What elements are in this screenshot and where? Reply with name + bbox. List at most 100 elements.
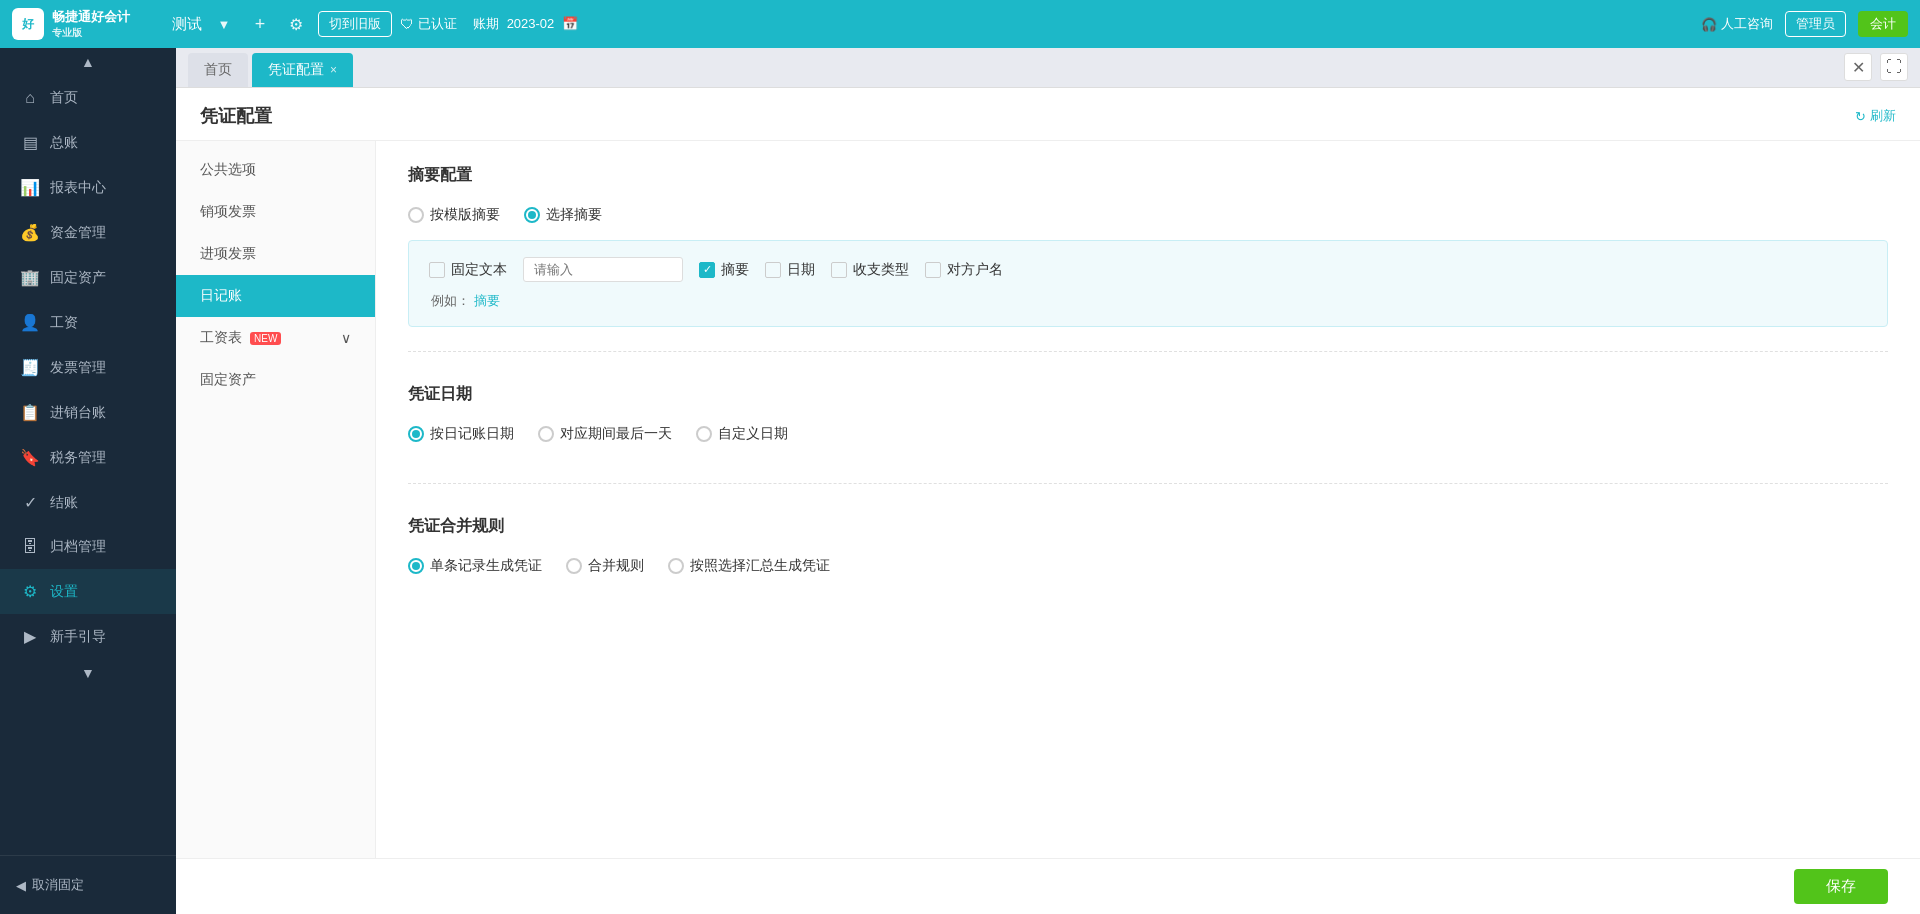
archive-icon: 🗄	[20, 538, 40, 556]
switch-version-button[interactable]: 切到旧版	[318, 11, 392, 37]
sidebar: ▲ ⌂ 首页 ▤ 总账 📊 报表中心 💰 资金管理 🏢 固定资产 👤 工资 🧾 …	[0, 48, 176, 914]
left-nav-purchase-invoice[interactable]: 进项发票	[176, 233, 375, 275]
tab-home[interactable]: 首页	[188, 53, 248, 87]
add-icon[interactable]: +	[246, 10, 274, 38]
tab-voucher-config[interactable]: 凭证配置 ×	[252, 53, 353, 87]
refresh-button[interactable]: ↻ 刷新	[1855, 107, 1896, 125]
sidebar-item-assets[interactable]: 🏢 固定资产	[0, 255, 176, 300]
left-nav-journal[interactable]: 日记账	[176, 275, 375, 317]
left-nav: 公共选项 销项发票 进项发票 日记账 工资表 NEW	[176, 141, 376, 858]
page-title: 凭证配置	[200, 104, 272, 128]
close-tab-button[interactable]: ✕	[1844, 53, 1872, 81]
service-button[interactable]: 🎧 人工咨询	[1701, 15, 1773, 33]
period-info: 账期 2023-02 📅	[473, 15, 578, 33]
radio-inner-select	[528, 211, 536, 219]
radio-circle-journal-date	[408, 426, 424, 442]
summary-title: 摘要配置	[408, 165, 1888, 186]
settings-icon[interactable]: ⚙	[282, 10, 310, 38]
example-text: 例如： 摘要	[429, 292, 1867, 310]
close-books-icon: ✓	[20, 493, 40, 512]
radio-inner-single	[412, 562, 420, 570]
cancel-fixed-button[interactable]: ◀ 取消固定	[0, 866, 176, 904]
reports-icon: 📊	[20, 178, 40, 197]
checkbox-box-fixed-text	[429, 262, 445, 278]
chevron-down-icon: ∨	[341, 330, 351, 346]
sidebar-item-ledger[interactable]: ▤ 总账	[0, 120, 176, 165]
sidebar-item-sales[interactable]: 📋 进销台账	[0, 390, 176, 435]
main-layout: ▲ ⌂ 首页 ▤ 总账 📊 报表中心 💰 资金管理 🏢 固定资产 👤 工资 🧾 …	[0, 48, 1920, 914]
left-nav-sales-invoice[interactable]: 销项发票	[176, 191, 375, 233]
checkbox-payment-type[interactable]: 收支类型	[831, 261, 909, 279]
radio-circle-merge	[566, 558, 582, 574]
company-dropdown-icon[interactable]: ▼	[210, 10, 238, 38]
summary-section: 摘要配置 按模版摘要 选择摘要	[408, 165, 1888, 352]
save-button[interactable]: 保存	[1794, 869, 1888, 904]
date-title: 凭证日期	[408, 384, 1888, 405]
certified-badge: 🛡 已认证	[400, 15, 457, 33]
radio-circle-single	[408, 558, 424, 574]
summary-options-row: 固定文本 ✓ 摘要	[429, 257, 1867, 282]
sidebar-scroll-down[interactable]: ▼	[0, 659, 176, 687]
radio-circle-template	[408, 207, 424, 223]
sidebar-item-archive[interactable]: 🗄 归档管理	[0, 525, 176, 569]
checkbox-abstract[interactable]: ✓ 摘要	[699, 261, 749, 279]
header-right: 🎧 人工咨询 管理员 会计	[1701, 11, 1908, 37]
sidebar-item-close[interactable]: ✓ 结账	[0, 480, 176, 525]
radio-inner-journal-date	[412, 430, 420, 438]
checkmark-abstract: ✓	[703, 263, 712, 276]
sidebar-item-settings[interactable]: ⚙ 设置	[0, 569, 176, 614]
checkbox-box-counterpart	[925, 262, 941, 278]
radio-select-summary[interactable]: 选择摘要	[524, 206, 602, 224]
config-panel: 摘要配置 按模版摘要 选择摘要	[376, 141, 1920, 858]
left-nav-fixed-assets[interactable]: 固定资产	[176, 359, 375, 401]
checkbox-counterpart[interactable]: 对方户名	[925, 261, 1003, 279]
radio-custom-date[interactable]: 自定义日期	[696, 425, 788, 443]
sidebar-item-reports[interactable]: 📊 报表中心	[0, 165, 176, 210]
checkbox-fixed-text[interactable]: 固定文本	[429, 261, 507, 279]
radio-merge-rules[interactable]: 合并规则	[566, 557, 644, 575]
left-nav-payroll-table[interactable]: 工资表 NEW ∨	[176, 317, 375, 359]
sidebar-item-home[interactable]: ⌂ 首页	[0, 76, 176, 120]
radio-template-summary[interactable]: 按模版摘要	[408, 206, 500, 224]
sidebar-item-guide[interactable]: ▶ 新手引导	[0, 614, 176, 659]
accountant-button[interactable]: 会计	[1858, 11, 1908, 37]
checkbox-date[interactable]: 日期	[765, 261, 815, 279]
date-section: 凭证日期 按日记账日期 对应期间最后一天	[408, 384, 1888, 484]
fullscreen-button[interactable]: ⛶	[1880, 53, 1908, 81]
sidebar-item-funds[interactable]: 💰 资金管理	[0, 210, 176, 255]
sidebar-item-payroll[interactable]: 👤 工资	[0, 300, 176, 345]
radio-circle-summary	[668, 558, 684, 574]
content-area: 首页 凭证配置 × ✕ ⛶ 凭证配置 ↻ 刷新	[176, 48, 1920, 914]
radio-period-last[interactable]: 对应期间最后一天	[538, 425, 672, 443]
sidebar-item-invoice[interactable]: 🧾 发票管理	[0, 345, 176, 390]
refresh-icon: ↻	[1855, 109, 1866, 124]
ledger-icon: ▤	[20, 133, 40, 152]
checkbox-box-date	[765, 262, 781, 278]
checkbox-box-payment-type	[831, 262, 847, 278]
pin-icon: ◀	[16, 878, 26, 893]
header-middle: 测试 ▼ + ⚙ 切到旧版 🛡 已认证 账期 2023-02 📅	[172, 10, 1701, 38]
tab-close-icon[interactable]: ×	[330, 63, 337, 77]
merge-radio-group: 单条记录生成凭证 合并规则 按照选择汇总生成凭证	[408, 557, 1888, 575]
settings-gear-icon: ⚙	[20, 582, 40, 601]
left-nav-public[interactable]: 公共选项	[176, 149, 375, 191]
page-content: 凭证配置 ↻ 刷新 公共选项 销项发票 进项发票	[176, 88, 1920, 914]
guide-icon: ▶	[20, 627, 40, 646]
tab-bar-right: ✕ ⛶	[1844, 53, 1908, 87]
radio-circle-period-last	[538, 426, 554, 442]
radio-summary-generate[interactable]: 按照选择汇总生成凭证	[668, 557, 830, 575]
tab-bar: 首页 凭证配置 × ✕ ⛶	[176, 48, 1920, 88]
sidebar-scroll-up[interactable]: ▲	[0, 48, 176, 76]
summary-options-box: 固定文本 ✓ 摘要	[408, 240, 1888, 327]
invoice-icon: 🧾	[20, 358, 40, 377]
radio-journal-date[interactable]: 按日记账日期	[408, 425, 514, 443]
company-name: 测试	[172, 15, 202, 34]
funds-icon: 💰	[20, 223, 40, 242]
calendar-icon[interactable]: 📅	[562, 16, 578, 31]
admin-button[interactable]: 管理员	[1785, 11, 1846, 37]
sidebar-item-tax[interactable]: 🔖 税务管理	[0, 435, 176, 480]
radio-circle-custom-date	[696, 426, 712, 442]
page-header: 凭证配置 ↻ 刷新	[176, 88, 1920, 141]
radio-single-record[interactable]: 单条记录生成凭证	[408, 557, 542, 575]
fixed-text-input[interactable]	[523, 257, 683, 282]
